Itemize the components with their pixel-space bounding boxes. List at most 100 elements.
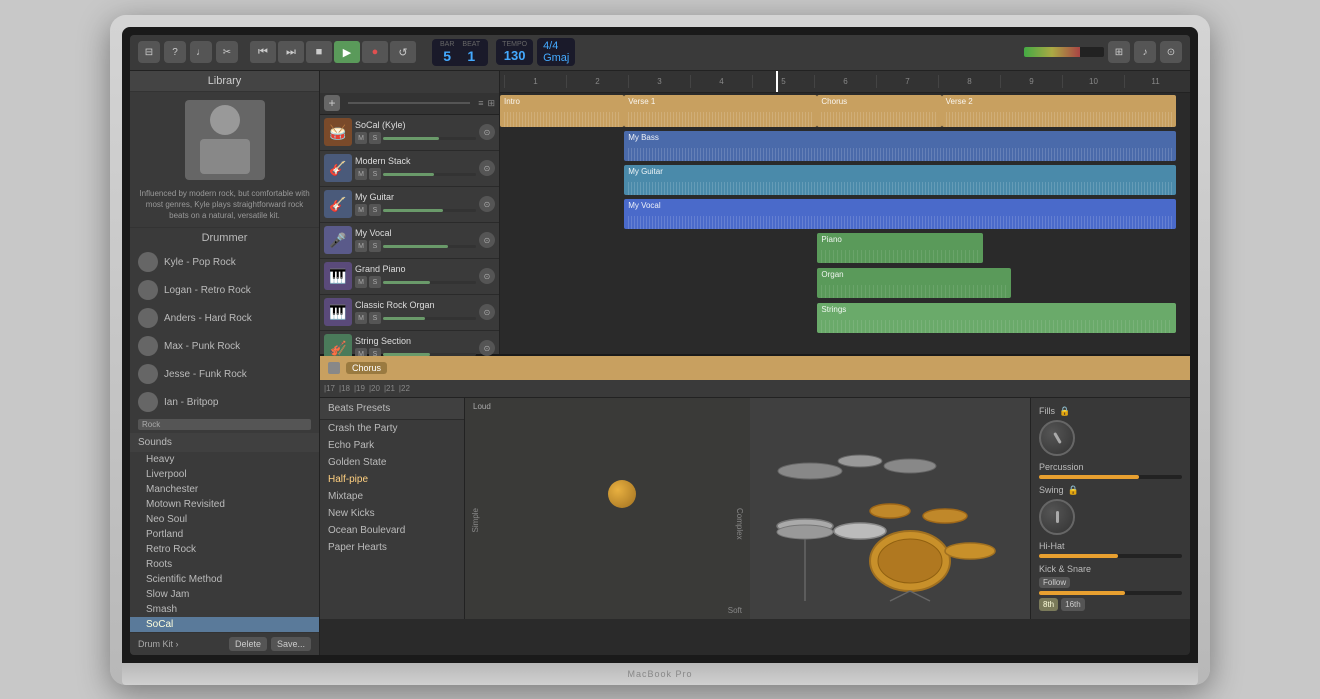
swing-knob[interactable]	[1039, 499, 1075, 535]
track-row[interactable]: 🎤 My Vocal M S	[320, 223, 499, 259]
clip-vocal[interactable]: My Vocal	[624, 199, 1176, 229]
track-fader[interactable]	[383, 317, 476, 320]
track-options-btn[interactable]: ⊞	[487, 98, 495, 109]
beats-item[interactable]: Mixtape	[320, 488, 464, 505]
sound-item[interactable]: Slow Jam	[130, 587, 319, 602]
drummer-item[interactable]: Logan - Retro Rock	[130, 276, 319, 304]
drummer-photo	[185, 100, 265, 180]
drummer-item[interactable]: Ian - Britpop	[130, 388, 319, 416]
tempo-display[interactable]: TEMPO 130	[496, 39, 533, 65]
track-fader[interactable]	[383, 173, 476, 176]
add-track-btn[interactable]: +	[324, 95, 340, 111]
track-mode-btn[interactable]: ≡	[478, 98, 483, 108]
sound-item[interactable]: Liverpool	[130, 467, 319, 482]
stop-btn[interactable]: ■	[306, 41, 332, 63]
note-16th-btn[interactable]: 16th	[1061, 598, 1085, 611]
track-settings-btn[interactable]: ⊙	[479, 196, 495, 212]
track-row[interactable]: 🎸 My Guitar M S	[320, 187, 499, 223]
beats-item[interactable]: New Kicks	[320, 505, 464, 522]
tracks-timeline[interactable]: Intro Verse 1 Chorus	[500, 93, 1190, 354]
solo-btn[interactable]: S	[369, 276, 381, 288]
kick-snare-slider[interactable]	[1039, 591, 1182, 595]
track-fader[interactable]	[383, 281, 476, 284]
solo-btn[interactable]: S	[369, 240, 381, 252]
mute-btn[interactable]: M	[355, 312, 367, 324]
performance-knob[interactable]	[608, 480, 636, 508]
rewind-btn[interactable]: ⏮	[250, 41, 276, 63]
mute-btn[interactable]: M	[355, 132, 367, 144]
drummer-item[interactable]: Jesse - Funk Rock	[130, 360, 319, 388]
track-settings-btn[interactable]: ⊙	[479, 160, 495, 176]
track-settings-btn[interactable]: ⊙	[479, 340, 495, 356]
perf-area[interactable]: Simple Complex	[465, 415, 750, 602]
sound-item[interactable]: Manchester	[130, 482, 319, 497]
cycle-btn[interactable]: ↺	[390, 41, 416, 63]
hihat-slider[interactable]	[1039, 554, 1182, 558]
clip-drum-chorus[interactable]: Chorus	[817, 95, 941, 127]
follow-btn[interactable]: Follow	[1039, 577, 1070, 588]
drummer-item[interactable]: Max - Punk Rock	[130, 332, 319, 360]
drummer-item[interactable]: Kyle - Pop Rock	[130, 248, 319, 276]
track-fader[interactable]	[383, 209, 476, 212]
beats-item[interactable]: Golden State	[320, 454, 464, 471]
sound-item[interactable]: Motown Revisited	[130, 497, 319, 512]
midi-btn[interactable]: ⊞	[1108, 41, 1130, 63]
play-btn[interactable]: ▶	[334, 41, 360, 63]
percussion-slider[interactable]	[1039, 475, 1182, 479]
beats-item-selected[interactable]: Half-pipe	[320, 471, 464, 488]
track-row[interactable]: 🥁 SoCal (Kyle) M S	[320, 115, 499, 151]
track-row[interactable]: 🎹 Classic Rock Organ M S	[320, 295, 499, 331]
sound-item[interactable]: Smash	[130, 602, 319, 617]
sound-item[interactable]: Retro Rock	[130, 542, 319, 557]
track-settings-btn[interactable]: ⊙	[479, 304, 495, 320]
drummer-item[interactable]: Anders - Hard Rock	[130, 304, 319, 332]
sound-item[interactable]: Portland	[130, 527, 319, 542]
delete-btn[interactable]: Delete	[229, 637, 267, 651]
solo-btn[interactable]: S	[369, 312, 381, 324]
forward-btn[interactable]: ⏭	[278, 41, 304, 63]
track-row-grand-piano[interactable]: 🎹 Grand Piano M S	[320, 259, 499, 295]
mute-btn[interactable]: M	[355, 276, 367, 288]
solo-btn[interactable]: S	[369, 168, 381, 180]
clip-bass[interactable]: My Bass	[624, 131, 1176, 161]
sound-item-selected[interactable]: SoCal	[130, 617, 319, 632]
fills-knob[interactable]	[1039, 420, 1075, 456]
track-row[interactable]: 🎸 Modern Stack M S	[320, 151, 499, 187]
beats-item[interactable]: Echo Park	[320, 437, 464, 454]
solo-btn[interactable]: S	[369, 132, 381, 144]
mute-btn[interactable]: M	[355, 204, 367, 216]
clip-guitar[interactable]: My Guitar	[624, 165, 1176, 195]
beats-item[interactable]: Paper Hearts	[320, 539, 464, 556]
smartcontrols-btn[interactable]: ⊙	[1160, 41, 1182, 63]
sound-item[interactable]: Neo Soul	[130, 512, 319, 527]
record-btn[interactable]: ●	[362, 41, 388, 63]
track-settings-btn[interactable]: ⊙	[479, 232, 495, 248]
scissors-btn[interactable]: ✂	[216, 41, 238, 63]
metronome-btn[interactable]: ♩	[190, 41, 212, 63]
solo-btn[interactable]: S	[369, 204, 381, 216]
sound-item[interactable]: Scientific Method	[130, 572, 319, 587]
track-settings-btn[interactable]: ⊙	[479, 268, 495, 284]
note-btn[interactable]: ♪	[1134, 41, 1156, 63]
clip-drum-verse1[interactable]: Verse 1	[624, 95, 817, 127]
mute-btn[interactable]: M	[355, 168, 367, 180]
clip-piano[interactable]: Piano	[817, 233, 983, 263]
track-settings-btn[interactable]: ⊙	[479, 124, 495, 140]
track-fader[interactable]	[383, 137, 476, 140]
clip-organ[interactable]: Organ	[817, 268, 1010, 298]
track-fader[interactable]	[383, 353, 476, 356]
sound-item[interactable]: Roots	[130, 557, 319, 572]
track-fader[interactable]	[383, 245, 476, 248]
library-toggle-btn[interactable]: ⊟	[138, 41, 160, 63]
help-btn[interactable]: ?	[164, 41, 186, 63]
save-btn[interactable]: Save...	[271, 637, 311, 651]
drummer-performance-area[interactable]: Loud Simple Complex Soft	[465, 398, 750, 619]
clip-drum-intro[interactable]: Intro	[500, 95, 624, 127]
clip-strings[interactable]: Strings	[817, 303, 1176, 333]
beats-item[interactable]: Ocean Boulevard	[320, 522, 464, 539]
mute-btn[interactable]: M	[355, 240, 367, 252]
note-8th-btn[interactable]: 8th	[1039, 598, 1058, 611]
beats-item[interactable]: Crash the Party	[320, 420, 464, 437]
clip-drum-verse2[interactable]: Verse 2	[942, 95, 1177, 127]
sound-item[interactable]: Heavy	[130, 452, 319, 467]
